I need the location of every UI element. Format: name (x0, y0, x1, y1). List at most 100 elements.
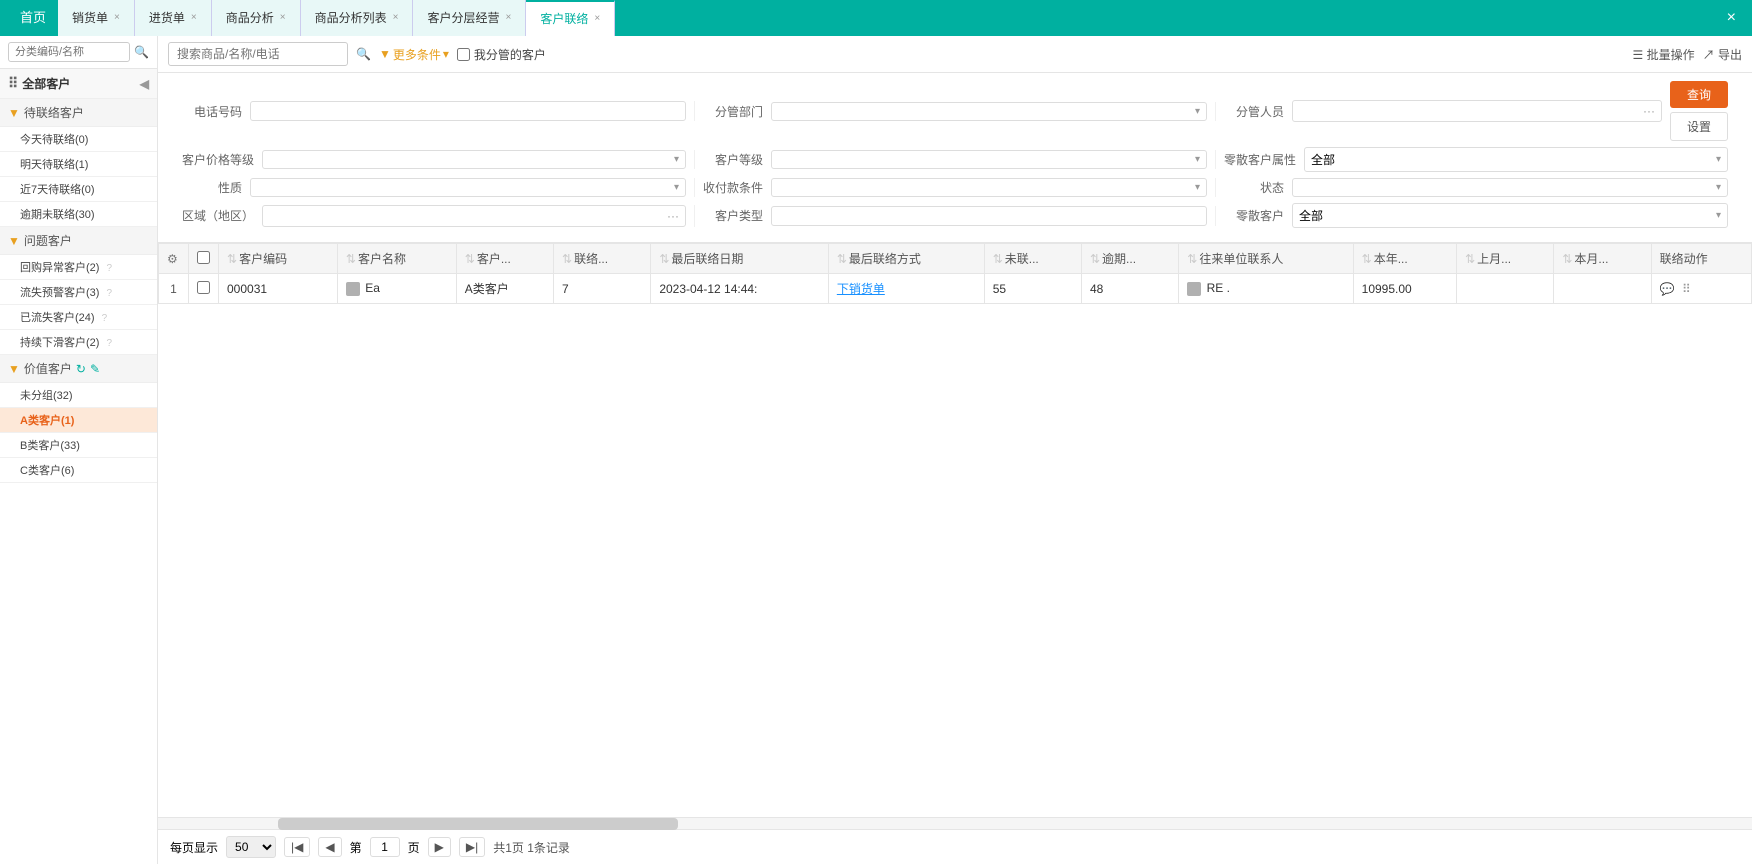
price-level-dropdown-icon: ▾ (674, 154, 679, 165)
col-header-last-date[interactable]: ⇅ 最后联络日期 (651, 244, 829, 274)
nav-home[interactable]: 首页 (8, 0, 58, 36)
nav-tab-customer-contact[interactable]: 客户联络 × (526, 0, 615, 36)
sidebar-search-input[interactable] (8, 42, 130, 62)
select-all-checkbox[interactable] (197, 251, 210, 264)
sidebar-item-repurchase-abnormal[interactable]: 回购异常客户(2) ? (0, 255, 157, 280)
sidebar-all-customers[interactable]: ⠿ 全部客户 ◀ (0, 69, 157, 99)
col-header-last-method[interactable]: ⇅ 最后联络方式 (828, 244, 984, 274)
filter-search-button[interactable]: 🔍 (356, 47, 371, 61)
filter-select-region[interactable]: ··· (262, 205, 686, 227)
col-level-divider: ⇅ 客户... (465, 250, 511, 267)
per-page-select[interactable]: 50 100 (226, 836, 276, 858)
filter-input-phone[interactable] (250, 101, 686, 121)
sidebar-collapse-icon[interactable]: ◀ (140, 77, 149, 91)
cell-action: 💬 ⠿ (1651, 274, 1751, 304)
my-customers-checkbox[interactable] (457, 48, 470, 61)
col-header-action: 联络动作 (1651, 244, 1751, 274)
sidebar-group-problem-customers[interactable]: ▼ 问题客户 (0, 227, 157, 255)
col-checkbox-header[interactable] (189, 244, 219, 274)
sidebar-item-ungrouped[interactable]: 未分组(32) (0, 383, 157, 408)
next-page-button[interactable]: ▶ (428, 837, 451, 857)
col-header-this-month[interactable]: ⇅ 本月... (1554, 244, 1651, 274)
sidebar-item-c-class[interactable]: C类客户(6) (0, 458, 157, 483)
sidebar-item-b-class[interactable]: B类客户(33) (0, 433, 157, 458)
value-edit-icon[interactable]: ✎ (90, 362, 100, 376)
cell-checkbox[interactable] (189, 274, 219, 304)
nav-tab-customer-contact-close[interactable]: × (594, 1, 600, 37)
cell-last-month (1457, 274, 1554, 304)
region-dots-icon[interactable]: ··· (667, 209, 679, 223)
col-last-method-sort-icon: ⇅ (837, 252, 847, 266)
filter-label-price-level: 客户价格等级 (182, 151, 254, 168)
cell-last-method[interactable]: 下销货单 (828, 274, 984, 304)
filter-select-dept[interactable]: ▾ (771, 102, 1207, 121)
nav-tab-analysis-list-close[interactable]: × (393, 0, 399, 36)
prev-page-button[interactable]: ◀ (318, 837, 341, 857)
query-button[interactable]: 查询 (1670, 81, 1728, 108)
sidebar-search-icon[interactable]: 🔍 (134, 45, 149, 59)
filter-select-person[interactable]: ··· (1292, 100, 1662, 122)
col-header-level[interactable]: ⇅ 客户... (456, 244, 553, 274)
nav-tab-purchase-close[interactable]: × (191, 0, 197, 36)
filter-input-customer-type[interactable] (771, 206, 1207, 226)
filter-select-retail-attr[interactable]: 全部 ▾ (1304, 147, 1728, 172)
horizontal-scrollbar-thumb[interactable] (278, 818, 678, 830)
col-gear[interactable]: ⚙ (159, 244, 189, 274)
col-header-last-month[interactable]: ⇅ 上月... (1457, 244, 1554, 274)
batch-operation-button[interactable]: ☰ 批量操作 (1633, 46, 1695, 63)
col-name-sort-icon: ⇅ (346, 252, 356, 266)
filter-select-payment[interactable]: ▾ (771, 178, 1207, 197)
last-page-button[interactable]: ▶| (459, 837, 485, 857)
filter-more-button[interactable]: ▼ 更多条件 ▾ (379, 46, 449, 63)
col-header-contact-person[interactable]: ⇅ 往来单位联系人 (1179, 244, 1353, 274)
sidebar-item-7days-contact[interactable]: 近7天待联络(0) (0, 177, 157, 202)
export-button[interactable]: ↗ 导出 (1703, 46, 1742, 63)
nav-tab-analysis-list[interactable]: 商品分析列表 × (301, 0, 414, 36)
filter-label-retail-attr: 零散客户属性 (1224, 151, 1296, 168)
col-header-overdue[interactable]: ⇅ 逾期... (1081, 244, 1178, 274)
nav-tab-sales-close[interactable]: × (114, 0, 120, 36)
filter-select-status[interactable]: ▾ (1292, 178, 1728, 197)
row-checkbox[interactable] (197, 281, 210, 294)
nav-tab-customer-tier-label: 客户分层经营 (427, 0, 499, 36)
action-more-icon[interactable]: ⠿ (1682, 282, 1691, 296)
nav-tab-customer-tier-close[interactable]: × (505, 0, 511, 36)
sidebar-group-pending-contact[interactable]: ▼ 待联络客户 (0, 99, 157, 127)
page-number-input[interactable] (370, 837, 400, 857)
col-header-name[interactable]: ⇅ 客户名称 (337, 244, 456, 274)
nav-tab-analysis[interactable]: 商品分析 × (212, 0, 301, 36)
table-gear-icon[interactable]: ⚙ (167, 252, 178, 266)
filter-search-input[interactable] (168, 42, 348, 66)
col-header-no-contact[interactable]: ⇅ 未联... (984, 244, 1081, 274)
filter-row-4: 区域（地区） ··· 客户类型 零散客户 全部 ▾ (174, 203, 1736, 228)
sidebar-item-tomorrow-contact[interactable]: 明天待联络(1) (0, 152, 157, 177)
filter-select-price-level[interactable]: ▾ (262, 150, 686, 169)
close-all-tabs[interactable]: × (1719, 9, 1744, 27)
col-header-year[interactable]: ⇅ 本年... (1353, 244, 1456, 274)
filter-select-retail-customer[interactable]: 全部 ▾ (1292, 203, 1728, 228)
sidebar-item-overdue-contact[interactable]: 逾期未联络(30) (0, 202, 157, 227)
col-header-code[interactable]: ⇅ 客户编码 (219, 244, 338, 274)
person-dots-icon[interactable]: ··· (1643, 104, 1655, 118)
first-page-button[interactable]: |◀ (284, 837, 310, 857)
my-customers-checkbox-label[interactable]: 我分管的客户 (457, 46, 546, 63)
last-method-link[interactable]: 下销货单 (837, 282, 885, 296)
col-header-contact-count[interactable]: ⇅ 联络... (554, 244, 651, 274)
sidebar-item-today-contact[interactable]: 今天待联络(0) (0, 127, 157, 152)
nav-tab-customer-tier[interactable]: 客户分层经营 × (413, 0, 526, 36)
sidebar-item-churn-warning[interactable]: 流失预警客户(3) ? (0, 280, 157, 305)
horizontal-scrollbar-area[interactable] (158, 817, 1752, 829)
content-area: 🔍 ▼ 更多条件 ▾ 我分管的客户 ☰ 批量操作 ↗ 导出 (158, 36, 1752, 864)
sidebar-item-declining[interactable]: 持续下滑客户(2) ? (0, 330, 157, 355)
nav-tab-analysis-close[interactable]: × (280, 0, 286, 36)
sidebar-item-a-class[interactable]: A类客户(1) (0, 408, 157, 433)
nav-tab-sales[interactable]: 销货单 × (58, 0, 135, 36)
action-comment-icon[interactable]: 💬 (1660, 282, 1675, 296)
filter-select-customer-level[interactable]: ▾ (771, 150, 1207, 169)
filter-select-nature[interactable]: ▾ (250, 178, 686, 197)
setting-button[interactable]: 设置 (1670, 112, 1728, 141)
sidebar-group-value-customers[interactable]: ▼ 价值客户 ↻ ✎ (0, 355, 157, 383)
sidebar-item-churned[interactable]: 已流失客户(24) ? (0, 305, 157, 330)
value-refresh-icon[interactable]: ↻ (76, 362, 86, 376)
nav-tab-purchase[interactable]: 进货单 × (135, 0, 212, 36)
